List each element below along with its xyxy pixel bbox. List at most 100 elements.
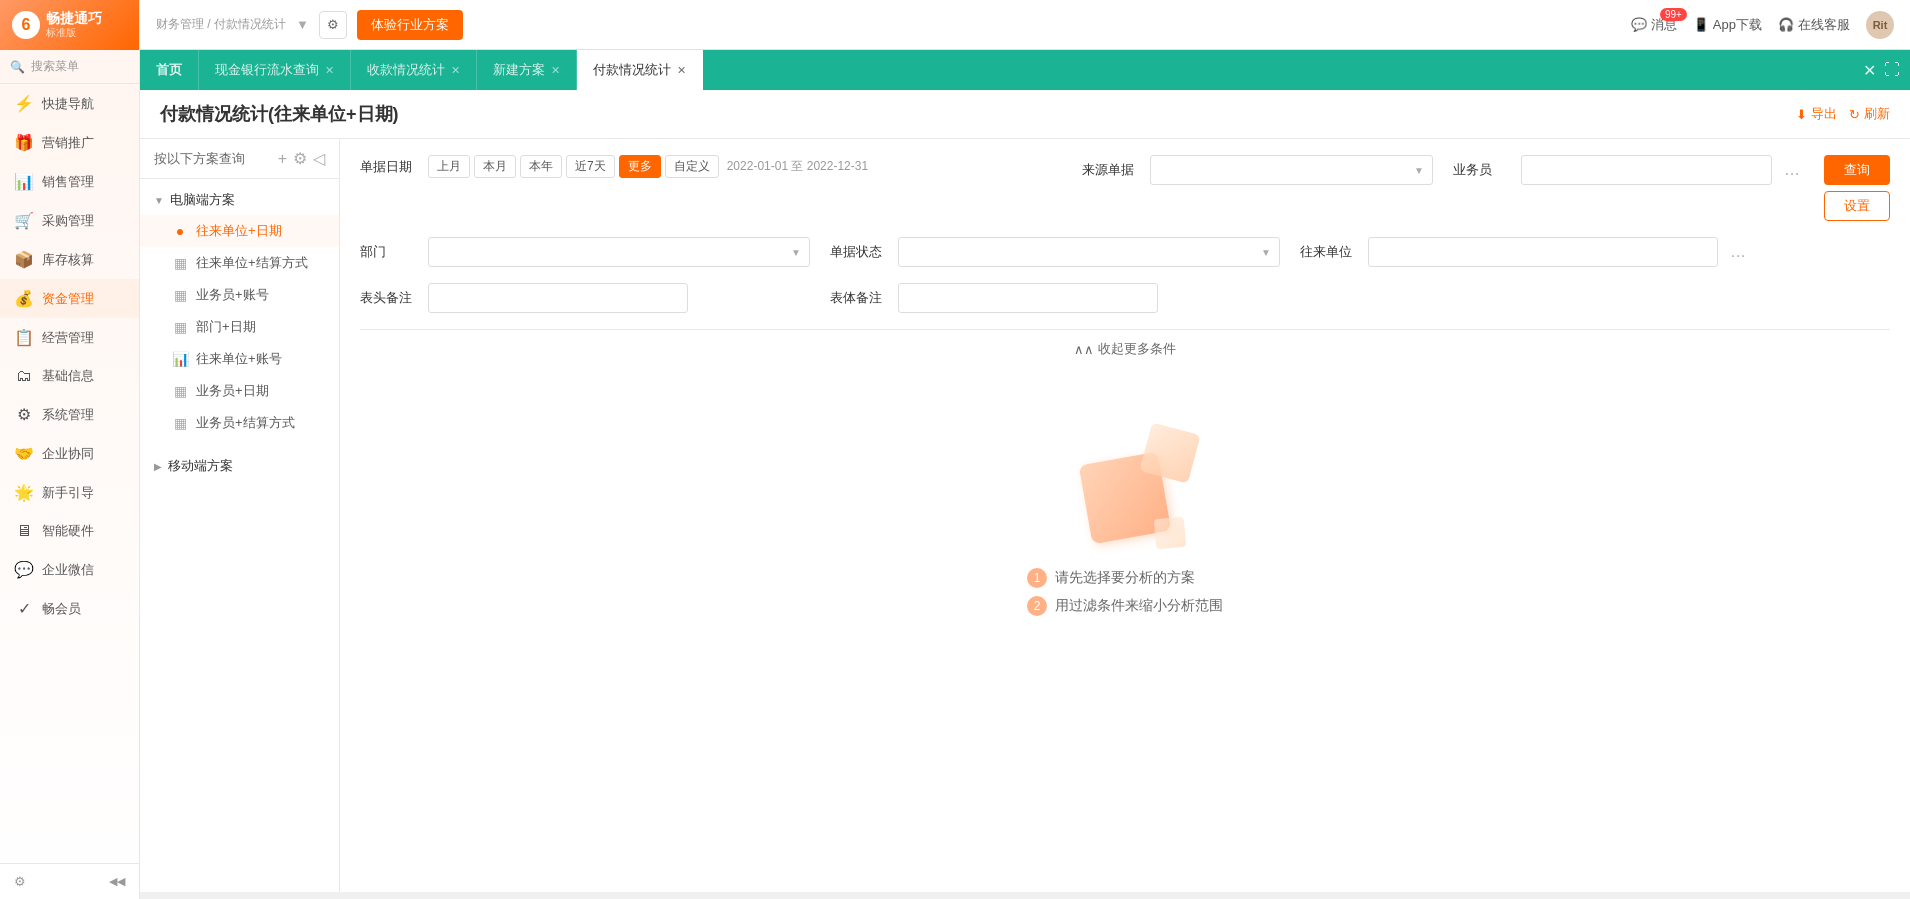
sidebar-item-wechat[interactable]: 💬 企业微信 [0, 550, 139, 589]
app-download-button[interactable]: 📱 App下载 [1693, 16, 1762, 34]
message-icon: 💬 [1631, 17, 1647, 32]
tab-bank-flow[interactable]: 现金银行流水查询 ✕ [199, 50, 351, 90]
table-header-input[interactable] [428, 283, 688, 313]
sidebar-item-inventory[interactable]: 📦 库存核算 [0, 240, 139, 279]
message-button[interactable]: 💬 消息 99+ [1631, 16, 1677, 34]
tab-new-scheme-close[interactable]: ✕ [551, 64, 560, 77]
sidebar-item-purchase[interactable]: 🛒 采购管理 [0, 201, 139, 240]
sidebar-item-member[interactable]: ✓ 畅会员 [0, 589, 139, 628]
chevron-up-icon: ∧∧ [1074, 342, 1094, 357]
sidebar-item-guide[interactable]: 🌟 新手引导 [0, 473, 139, 512]
counterparty-input[interactable] [1368, 237, 1718, 267]
headset-icon: 🎧 [1778, 17, 1794, 32]
sidebar-item-finance[interactable]: 💰 资金管理 [0, 279, 139, 318]
sidebar-item-marketing[interactable]: 🎁 营销推广 [0, 123, 139, 162]
dept-select[interactable]: ▼ [428, 237, 810, 267]
sidebar-item-coop[interactable]: 🤝 企业协同 [0, 434, 139, 473]
tab-payment-stats[interactable]: 付款情况统计 ✕ [577, 50, 703, 90]
scheme-item-staff-date[interactable]: ▦ 业务员+日期 [140, 375, 339, 407]
sidebar-item-label: 快捷导航 [42, 95, 94, 113]
this-year-btn[interactable]: 本年 [520, 155, 562, 178]
sidebar-nav: ⚡ 快捷导航 🎁 营销推广 📊 销售管理 🛒 采购管理 📦 库存核算 💰 资金管… [0, 84, 139, 863]
sidebar-item-label: 畅会员 [42, 600, 81, 618]
sidebar-item-label: 系统管理 [42, 406, 94, 424]
scheme-item-unit-account[interactable]: 📊 往来单位+账号 [140, 343, 339, 375]
tab-new-scheme-label: 新建方案 [493, 61, 545, 79]
content-wrapper: 按以下方案查询 + ⚙ ◁ ▼ 电脑端方案 ● 往来单位+日期 [140, 139, 1910, 892]
trial-button[interactable]: 体验行业方案 [357, 10, 463, 40]
scheme-label: 业务员+日期 [196, 382, 269, 400]
sidebar-search[interactable]: 🔍 搜索菜单 [0, 50, 139, 84]
collapse-sidebar-icon[interactable]: ◀◀ [109, 875, 125, 888]
tab-home-label: 首页 [156, 61, 182, 79]
custom-btn[interactable]: 自定义 [665, 155, 719, 178]
tabs-bar: 首页 现金银行流水查询 ✕ 收款情况统计 ✕ 新建方案 ✕ 付款情况统计 ✕ ✕… [140, 50, 1910, 90]
sidebar-item-system[interactable]: ⚙ 系统管理 [0, 395, 139, 434]
left-panel: 按以下方案查询 + ⚙ ◁ ▼ 电脑端方案 ● 往来单位+日期 [140, 139, 340, 892]
scheme-item-staff-payment[interactable]: ▦ 业务员+结算方式 [140, 407, 339, 439]
scheme-item-unit-date[interactable]: ● 往来单位+日期 [140, 215, 339, 247]
source-label: 来源单据 [1082, 161, 1142, 179]
desktop-group-title[interactable]: ▼ 电脑端方案 [140, 185, 339, 215]
staff-filter-group: 业务员 … [1453, 155, 1804, 185]
more-btn[interactable]: 更多 [619, 155, 661, 178]
sidebar-item-quick-nav[interactable]: ⚡ 快捷导航 [0, 84, 139, 123]
mobile-scheme-group: ▶ 移动端方案 [140, 445, 339, 487]
last-7-btn[interactable]: 近7天 [566, 155, 615, 178]
tab-close-all-icon[interactable]: ✕ [1863, 61, 1876, 80]
scheme-item-staff-account[interactable]: ▦ 业务员+账号 [140, 279, 339, 311]
tab-receipt-stats-close[interactable]: ✕ [451, 64, 460, 77]
doc-status-dropdown-icon: ▼ [1261, 247, 1271, 258]
tab-receipt-stats[interactable]: 收款情况统计 ✕ [351, 50, 477, 90]
settings-button[interactable]: 设置 [1824, 191, 1890, 221]
this-month-btn[interactable]: 本月 [474, 155, 516, 178]
source-select[interactable]: ▼ [1150, 155, 1433, 185]
scheme-active-icon: ● [172, 223, 188, 239]
tab-payment-stats-close[interactable]: ✕ [677, 64, 686, 77]
tab-maximize-icon[interactable]: ⛶ [1884, 61, 1900, 79]
tab-new-scheme[interactable]: 新建方案 ✕ [477, 50, 577, 90]
staff-input[interactable] [1521, 155, 1772, 185]
tab-bank-flow-label: 现金银行流水查询 [215, 61, 319, 79]
table-body-input[interactable] [898, 283, 1158, 313]
scheme-icon: ▦ [172, 415, 188, 431]
breadcrumb-dropdown-icon[interactable]: ▼ [296, 17, 309, 32]
settings-icon[interactable]: ⚙ [14, 874, 26, 889]
doc-status-select[interactable]: ▼ [898, 237, 1280, 267]
mobile-group-title[interactable]: ▶ 移动端方案 [140, 451, 339, 481]
export-button[interactable]: ⬇ 导出 [1796, 105, 1837, 123]
export-label: 导出 [1811, 105, 1837, 123]
scheme-item-unit-payment[interactable]: ▦ 往来单位+结算方式 [140, 247, 339, 279]
tab-bank-flow-close[interactable]: ✕ [325, 64, 334, 77]
logo-name: 畅捷通巧 [46, 10, 102, 27]
user-avatar[interactable]: Rit [1866, 11, 1894, 39]
scheme-label: 业务员+账号 [196, 286, 269, 304]
logo-sub: 标准版 [46, 26, 102, 40]
online-service-button[interactable]: 🎧 在线客服 [1778, 16, 1850, 34]
add-scheme-button[interactable]: + [278, 150, 287, 168]
tab-home[interactable]: 首页 [140, 50, 199, 90]
counterparty-more-icon[interactable]: … [1726, 243, 1750, 261]
scheme-icon: ▦ [172, 319, 188, 335]
sidebar-item-label: 营销推广 [42, 134, 94, 152]
last-month-btn[interactable]: 上月 [428, 155, 470, 178]
sidebar-item-basic[interactable]: 🗂 基础信息 [0, 357, 139, 395]
date-label: 单据日期 [360, 158, 420, 176]
panel-collapse-button[interactable]: ◁ [313, 149, 325, 168]
collapse-conditions-button[interactable]: ∧∧ 收起更多条件 [360, 329, 1890, 368]
service-label: 在线客服 [1798, 16, 1850, 34]
page-content: 付款情况统计(往来单位+日期) ⬇ 导出 ↻ 刷新 按以下方案查询 + [140, 90, 1910, 899]
sidebar-item-sales[interactable]: 📊 销售管理 [0, 162, 139, 201]
refresh-button[interactable]: ↻ 刷新 [1849, 105, 1890, 123]
scheme-settings-button[interactable]: ⚙ [293, 149, 307, 168]
refresh-icon: ↻ [1849, 107, 1860, 122]
scheme-item-dept-date[interactable]: ▦ 部门+日期 [140, 311, 339, 343]
hint-2: 2 用过滤条件来缩小分析范围 [1027, 596, 1223, 616]
sidebar-item-hardware[interactable]: 🖥 智能硬件 [0, 512, 139, 550]
header-settings-button[interactable]: ⚙ [319, 11, 347, 39]
sidebar-item-ops[interactable]: 📋 经营管理 [0, 318, 139, 357]
staff-more-icon[interactable]: … [1780, 161, 1804, 179]
filter-row-1: 单据日期 上月 本月 本年 近7天 更多 自定义 2022-01-01 至 20… [360, 155, 1890, 221]
query-button[interactable]: 查询 [1824, 155, 1890, 185]
dept-label: 部门 [360, 243, 420, 261]
